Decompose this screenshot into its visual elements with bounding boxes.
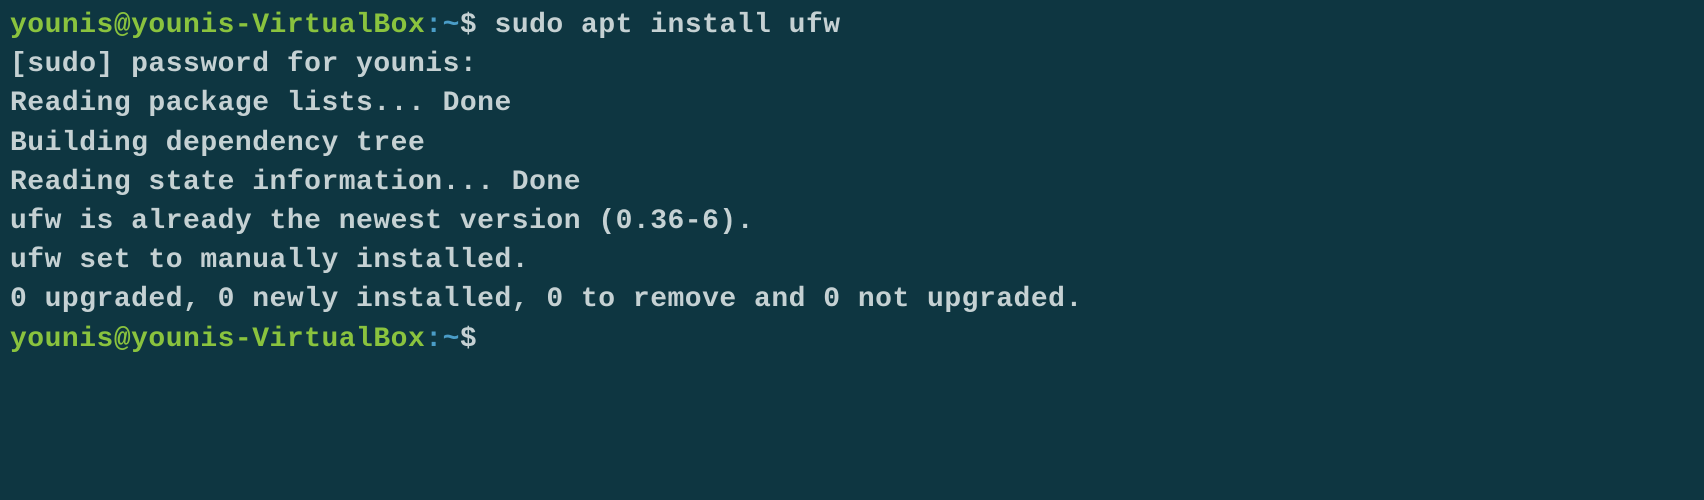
terminal-output-line: ufw is already the newest version (0.36-… [10, 202, 1694, 241]
terminal-output-line: Building dependency tree [10, 124, 1694, 163]
prompt-path: ~ [443, 324, 460, 355]
terminal-output-line: 0 upgraded, 0 newly installed, 0 to remo… [10, 280, 1694, 319]
prompt-user-host: younis@younis-VirtualBox [10, 324, 425, 355]
terminal-output-line: Reading state information... Done [10, 163, 1694, 202]
prompt-user-host: younis@younis-VirtualBox [10, 10, 425, 41]
prompt-path: ~ [443, 10, 460, 41]
terminal-line-prompt-2[interactable]: younis@younis-VirtualBox:~$ [10, 320, 1694, 359]
prompt-separator: : [425, 324, 442, 355]
terminal-line-prompt-1[interactable]: younis@younis-VirtualBox:~$ sudo apt ins… [10, 6, 1694, 45]
terminal-output-line: [sudo] password for younis: [10, 45, 1694, 84]
prompt-separator: : [425, 10, 442, 41]
prompt-symbol: $ [460, 10, 477, 41]
command-input: sudo apt install ufw [495, 10, 841, 41]
prompt-symbol: $ [460, 324, 477, 355]
terminal-output-line: ufw set to manually installed. [10, 241, 1694, 280]
terminal-output-line: Reading package lists... Done [10, 84, 1694, 123]
